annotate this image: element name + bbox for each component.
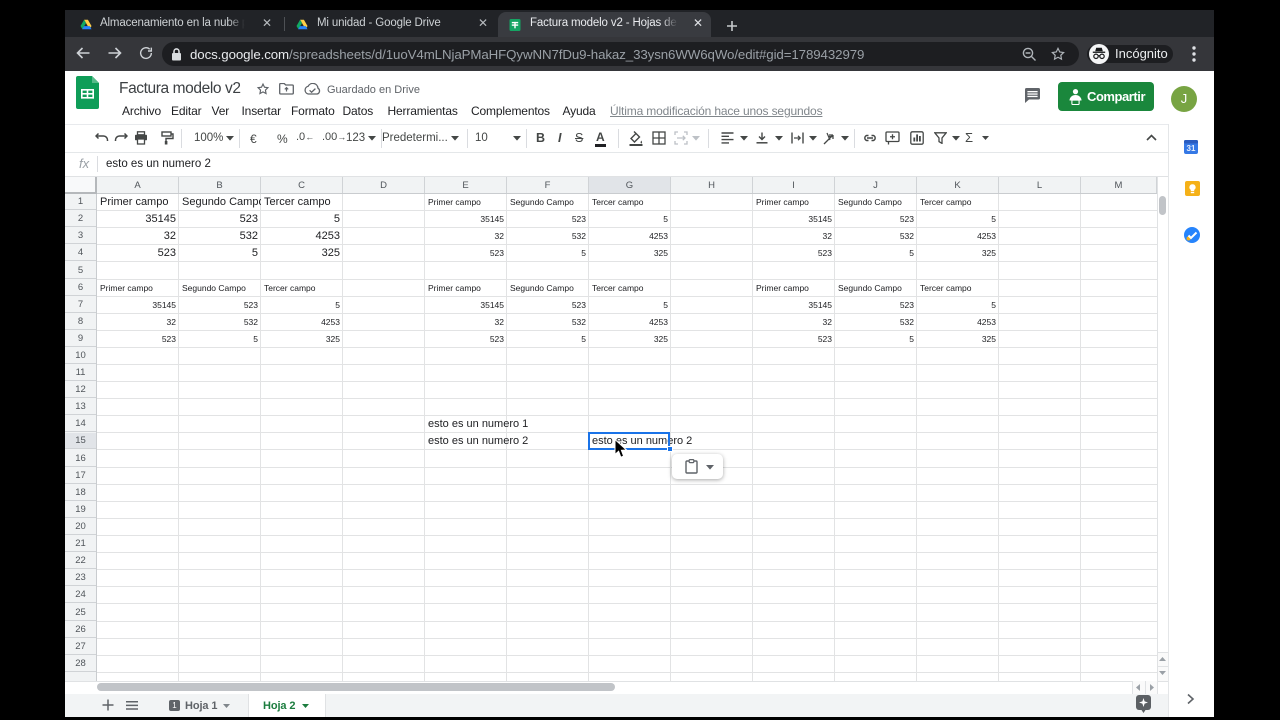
svg-text:31: 31 bbox=[1187, 144, 1196, 153]
